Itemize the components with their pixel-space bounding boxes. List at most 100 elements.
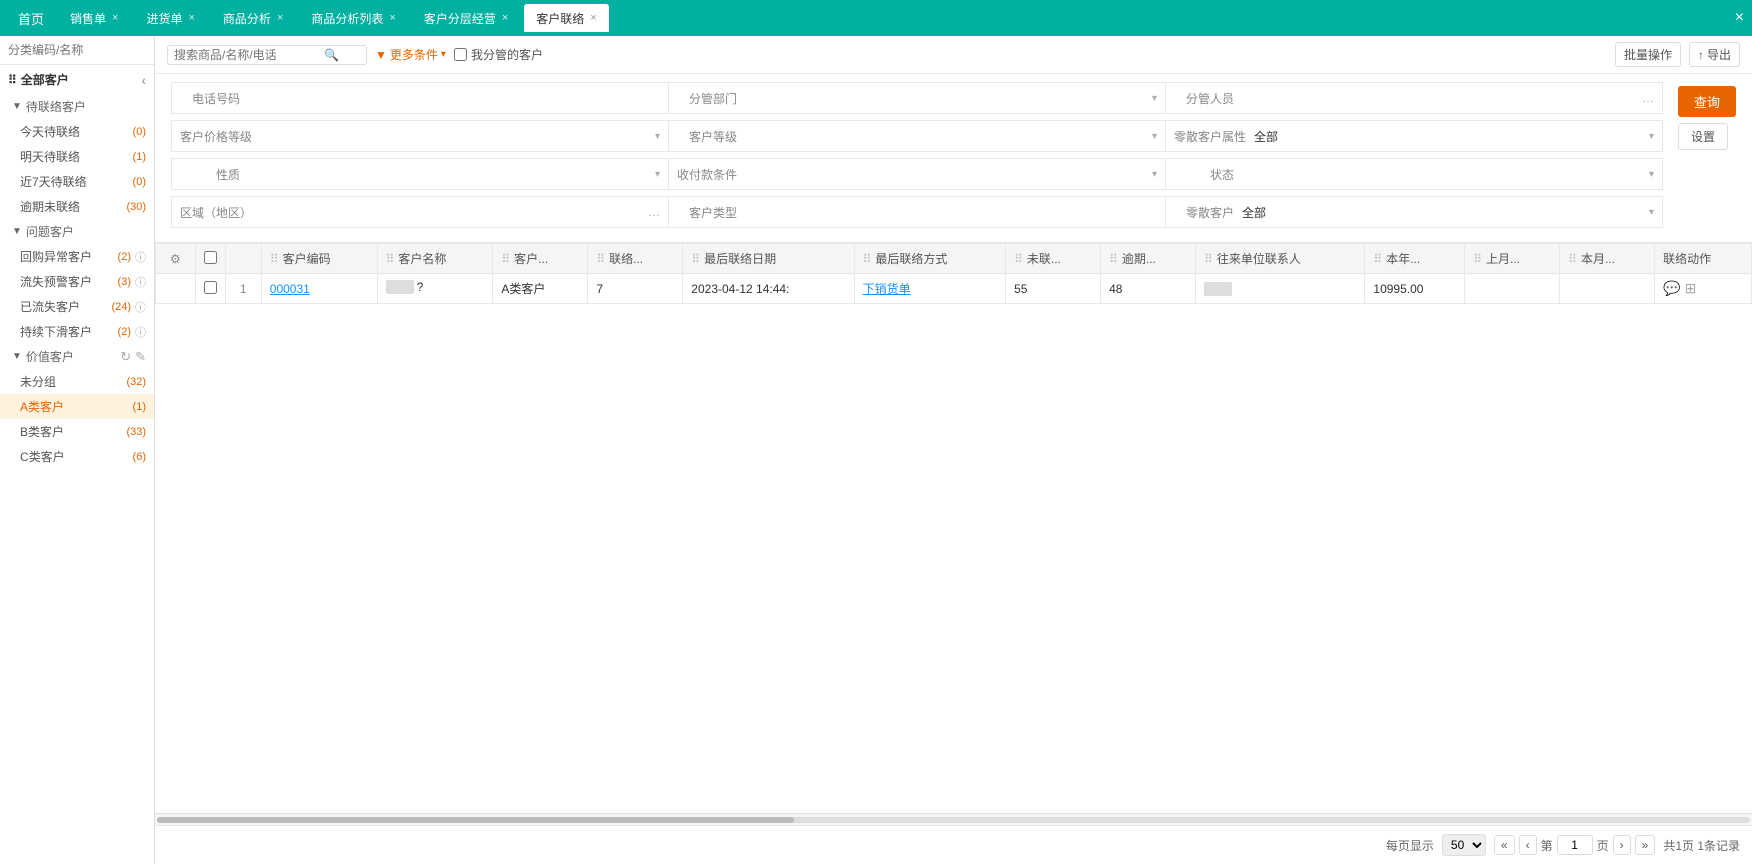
sidebar-item-class-c[interactable]: C类客户 (6) [0, 444, 154, 469]
tab-analysis-close[interactable]: × [277, 12, 283, 24]
col-this-month[interactable]: ⠿本月... [1560, 244, 1655, 274]
nature-arrow-icon[interactable]: ▾ [655, 169, 660, 180]
churned-info-icon[interactable]: ⓘ [135, 299, 146, 315]
dept-arrow-icon[interactable]: ▾ [1152, 93, 1157, 104]
row-code-cell[interactable]: 000031 [261, 274, 377, 304]
sidebar-item-repurchase[interactable]: 回购异常客户 (2) ⓘ [0, 244, 154, 269]
page-input[interactable] [1557, 835, 1593, 855]
sidebar-collapse-icon[interactable]: ‹ [141, 72, 146, 88]
chat-icon[interactable]: 💬 [1663, 280, 1680, 297]
col-last-month[interactable]: ⠿上月... [1465, 244, 1560, 274]
col-unit-contact[interactable]: ⠿往来单位联系人 [1196, 244, 1365, 274]
filter-cell-dept[interactable]: 分管部门 ▾ [668, 82, 1166, 114]
sidebar-item-class-a[interactable]: A类客户 (1) [0, 394, 154, 419]
row-checkbox-cell[interactable] [195, 274, 225, 304]
col-last-date[interactable]: ⠿最后联络日期 [683, 244, 854, 274]
filter-cell-payment[interactable]: 收付款条件 ▾ [668, 158, 1166, 190]
col-code[interactable]: ⠿客户编码 [261, 244, 377, 274]
col-type[interactable]: ⠿客户... [493, 244, 588, 274]
filter-search-input[interactable] [174, 48, 324, 62]
edit-icon[interactable]: ✎ [135, 349, 146, 365]
horizontal-scrollbar[interactable] [155, 813, 1752, 825]
filter-search-icon[interactable]: 🔍 [324, 48, 339, 62]
sidebar-item-overdue[interactable]: 逾期未联络 (30) [0, 194, 154, 219]
pending-contact-group[interactable]: ▼ 待联络客户 [0, 94, 154, 119]
payment-arrow-icon[interactable]: ▾ [1152, 169, 1157, 180]
filter-cell-scatter[interactable]: 零散客户 全部 ▾ [1165, 196, 1663, 228]
filter-cell-scatter-attr[interactable]: 零散客户属性 全部 ▾ [1165, 120, 1663, 152]
scrollbar-thumb[interactable] [157, 817, 794, 823]
filter-cell-region[interactable]: 区域（地区） … [171, 196, 669, 228]
col-overdue[interactable]: ⠿逾期... [1101, 244, 1196, 274]
customer-code-link[interactable]: 000031 [270, 282, 310, 296]
churn-warning-info-icon[interactable]: ⓘ [135, 274, 146, 290]
last-page-button[interactable]: » [1635, 835, 1656, 855]
tab-sales[interactable]: 销售单 × [58, 4, 130, 32]
col-name[interactable]: ⠿客户名称 [377, 244, 493, 274]
tab-sales-close[interactable]: × [112, 12, 118, 24]
row-name-cell[interactable]: ? [377, 274, 493, 304]
my-customers-checkbox[interactable] [454, 48, 467, 61]
sidebar-item-churned[interactable]: 已流失客户 (24) ⓘ [0, 294, 154, 319]
sidebar-item-churn-warning[interactable]: 流失预警客户 (3) ⓘ [0, 269, 154, 294]
repurchase-info-icon[interactable]: ⓘ [135, 249, 146, 265]
last-way-link[interactable]: 下销货单 [863, 282, 911, 296]
refresh-icon[interactable]: ↻ [120, 349, 131, 365]
tab-customer-mgmt-close[interactable]: × [502, 12, 508, 24]
col-this-year[interactable]: ⠿本年... [1365, 244, 1465, 274]
nav-home[interactable]: 首页 [8, 9, 54, 28]
tab-analysis-list[interactable]: 商品分析列表 × [299, 4, 407, 32]
problem-customers-group[interactable]: ▼ 问题客户 [0, 219, 154, 244]
filter-cell-cust-level[interactable]: 客户等级 ▾ [668, 120, 1166, 152]
first-page-button[interactable]: « [1494, 835, 1515, 855]
grid-icon-action[interactable]: ⊞ [1685, 280, 1697, 297]
sidebar-item-ungrouped[interactable]: 未分组 (32) [0, 369, 154, 394]
tab-analysis[interactable]: 商品分析 × [211, 4, 295, 32]
col-last-way[interactable]: ⠿最后联络方式 [854, 244, 1006, 274]
all-customers-title[interactable]: ⠿ 全部客户 ‹ [0, 65, 154, 94]
batch-ops-button[interactable]: 批量操作 [1615, 42, 1681, 67]
region-dots-icon[interactable]: … [648, 205, 660, 219]
select-all-checkbox[interactable] [204, 251, 217, 264]
tab-purchase-close[interactable]: × [188, 12, 194, 24]
value-customers-group[interactable]: ▼ 价值客户 ↻ ✎ [0, 344, 154, 369]
settings-button[interactable]: 设置 [1678, 123, 1728, 150]
scatter-attr-arrow-icon[interactable]: ▾ [1649, 131, 1654, 142]
filter-cell-price-level[interactable]: 客户价格等级 ▾ [171, 120, 669, 152]
tab-customer-contact[interactable]: 客户联络 × [524, 4, 608, 32]
sidebar-item-declining[interactable]: 持续下滑客户 (2) ⓘ [0, 319, 154, 344]
col-settings[interactable]: ⚙ [156, 244, 196, 274]
per-page-select[interactable]: 50 [1442, 834, 1486, 856]
col-uncontact[interactable]: ⠿未联... [1006, 244, 1101, 274]
cust-level-arrow-icon[interactable]: ▾ [1152, 131, 1157, 142]
scatter-arrow-icon[interactable]: ▾ [1649, 207, 1654, 218]
filter-cell-nature[interactable]: 性质 ▾ [171, 158, 669, 190]
row-checkbox[interactable] [204, 281, 217, 294]
manager-dots-icon[interactable]: … [1642, 91, 1654, 105]
filter-more-btn[interactable]: ▼ 更多条件 ▾ [375, 46, 446, 63]
sidebar-item-tomorrow[interactable]: 明天待联络 (1) [0, 144, 154, 169]
col-settings-icon[interactable]: ⚙ [164, 250, 187, 268]
col-contact[interactable]: ⠿联络... [588, 244, 683, 274]
tab-purchase[interactable]: 进货单 × [134, 4, 206, 32]
query-button[interactable]: 查询 [1678, 86, 1736, 117]
status-arrow-icon[interactable]: ▾ [1649, 169, 1654, 180]
my-customers-checkbox-wrap[interactable]: 我分管的客户 [454, 46, 543, 63]
filter-cell-status[interactable]: 状态 ▾ [1165, 158, 1663, 190]
tab-customer-mgmt[interactable]: 客户分层经营 × [412, 4, 520, 32]
price-level-arrow-icon[interactable]: ▾ [655, 131, 660, 142]
export-button[interactable]: ↑ 导出 [1689, 42, 1740, 67]
sidebar-item-class-b[interactable]: B类客户 (33) [0, 419, 154, 444]
scrollbar-track[interactable] [157, 817, 1750, 823]
window-close-icon[interactable]: × [1735, 9, 1744, 27]
filter-cell-manager[interactable]: 分管人员 … [1165, 82, 1663, 114]
tab-customer-contact-close[interactable]: × [590, 12, 596, 24]
prev-page-button[interactable]: ‹ [1519, 835, 1537, 855]
tab-analysis-list-close[interactable]: × [389, 12, 395, 24]
row-last-way-cell[interactable]: 下销货单 [854, 274, 1006, 304]
next-page-button[interactable]: › [1613, 835, 1631, 855]
sidebar-item-today[interactable]: 今天待联络 (0) [0, 119, 154, 144]
sidebar-item-7days[interactable]: 近7天待联络 (0) [0, 169, 154, 194]
sidebar-search-input[interactable] [8, 43, 155, 57]
declining-info-icon[interactable]: ⓘ [135, 324, 146, 340]
